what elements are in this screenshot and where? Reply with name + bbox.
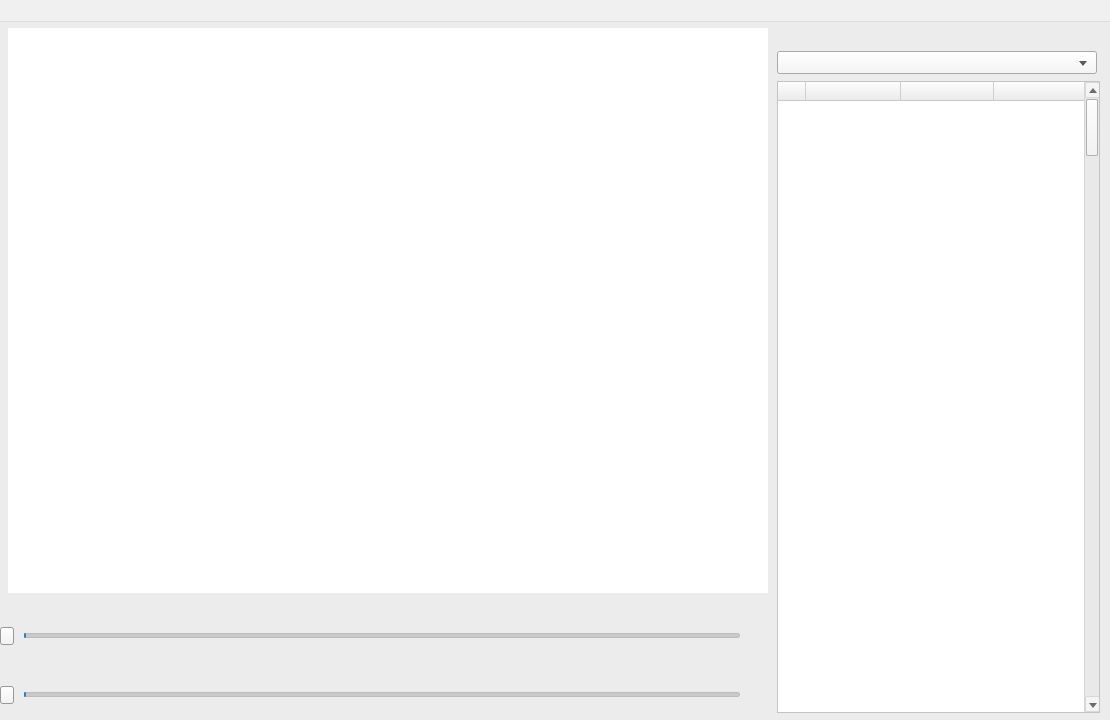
column-header-b[interactable]	[901, 82, 994, 101]
table-vertical-scrollbar[interactable]	[1084, 82, 1099, 712]
azimuth-slider-fill	[24, 633, 26, 638]
azimuth-slider-track[interactable]	[24, 633, 740, 638]
menu-bar	[0, 0, 1110, 22]
scroll-down-button[interactable]	[1085, 696, 1100, 712]
table-header	[778, 82, 1099, 101]
menu-about[interactable]	[18, 6, 36, 11]
scrollbar-thumb[interactable]	[1086, 99, 1098, 156]
scroll-up-button[interactable]	[1085, 82, 1100, 98]
column-header-a[interactable]	[806, 82, 901, 101]
elevation-slider-track[interactable]	[24, 692, 740, 697]
figure-canvas-3d-plot[interactable]	[8, 28, 768, 593]
app-window	[0, 0, 1110, 720]
arrow-up-icon	[1089, 88, 1097, 93]
azimuth-slider[interactable]	[0, 627, 768, 645]
azimuth-slider-handle[interactable]	[0, 627, 14, 645]
elevation-slider-fill	[24, 692, 26, 697]
corner-header-cell	[778, 82, 806, 101]
arrow-down-icon	[1089, 703, 1097, 708]
chevron-down-icon	[1079, 61, 1087, 66]
data-table[interactable]	[777, 81, 1100, 713]
column-header-c[interactable]	[994, 82, 1086, 101]
menu-file[interactable]	[0, 6, 18, 11]
elevation-slider[interactable]	[0, 686, 768, 704]
plot-type-combobox[interactable]	[777, 51, 1097, 74]
elevation-slider-handle[interactable]	[0, 686, 14, 704]
